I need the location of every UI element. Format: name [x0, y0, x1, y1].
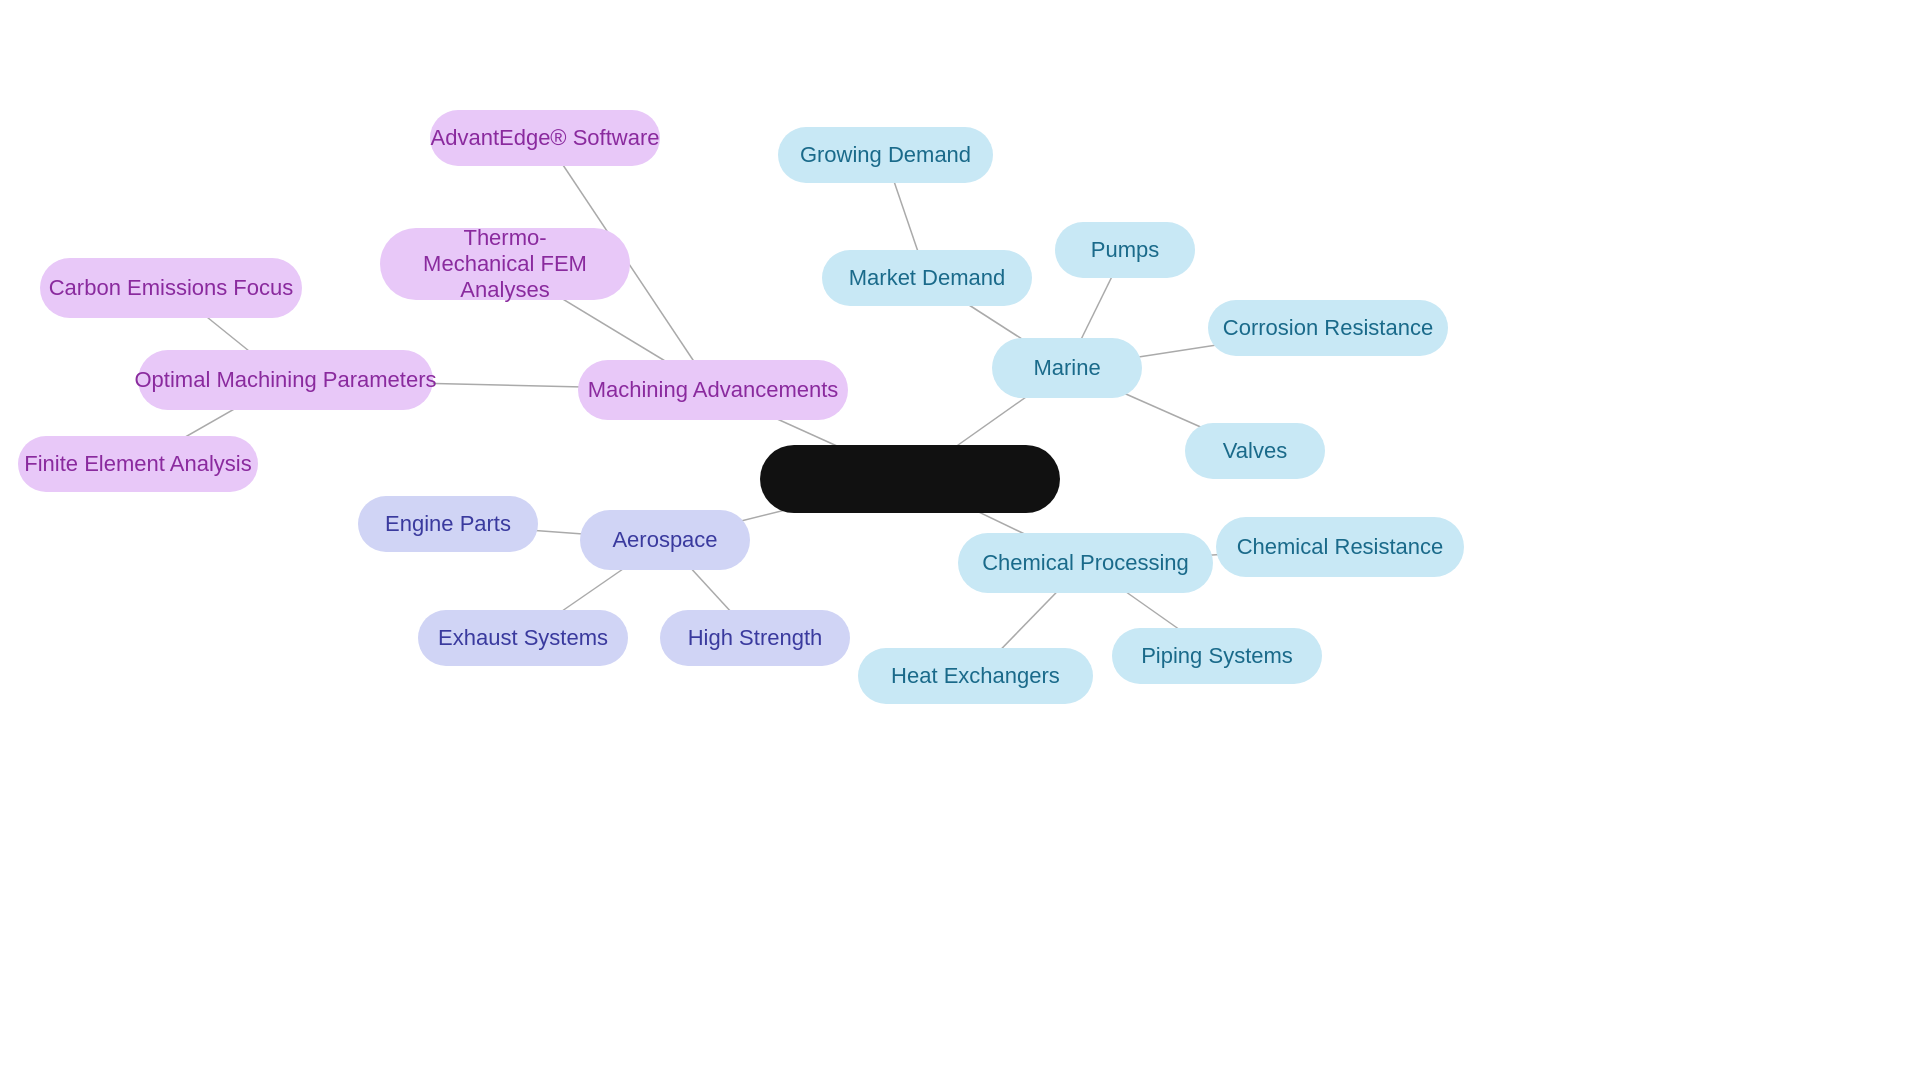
node-growing-demand: Growing Demand — [778, 127, 993, 183]
node-thermo: Thermo-Mechanical FEM Analyses — [380, 228, 630, 300]
node-finite: Finite Element Analysis — [18, 436, 258, 492]
node-chemical-resistance: Chemical Resistance — [1216, 517, 1464, 577]
node-engine-parts: Engine Parts — [358, 496, 538, 552]
node-piping: Piping Systems — [1112, 628, 1322, 684]
node-machining-advancements: Machining Advancements — [578, 360, 848, 420]
node-valves: Valves — [1185, 423, 1325, 479]
node-heat-exchangers: Heat Exchangers — [858, 648, 1093, 704]
node-chemical-processing: Chemical Processing — [958, 533, 1213, 593]
node-marine: Marine — [992, 338, 1142, 398]
node-high-strength: High Strength — [660, 610, 850, 666]
node-corrosion: Corrosion Resistance — [1208, 300, 1448, 356]
node-optimal: Optimal Machining Parameters — [138, 350, 433, 410]
node-carbon: Carbon Emissions Focus — [40, 258, 302, 318]
node-advantedge: AdvantEdge® Software — [430, 110, 660, 166]
center-node — [760, 445, 1060, 513]
node-aerospace: Aerospace — [580, 510, 750, 570]
node-exhaust: Exhaust Systems — [418, 610, 628, 666]
node-market-demand: Market Demand — [822, 250, 1032, 306]
node-pumps: Pumps — [1055, 222, 1195, 278]
